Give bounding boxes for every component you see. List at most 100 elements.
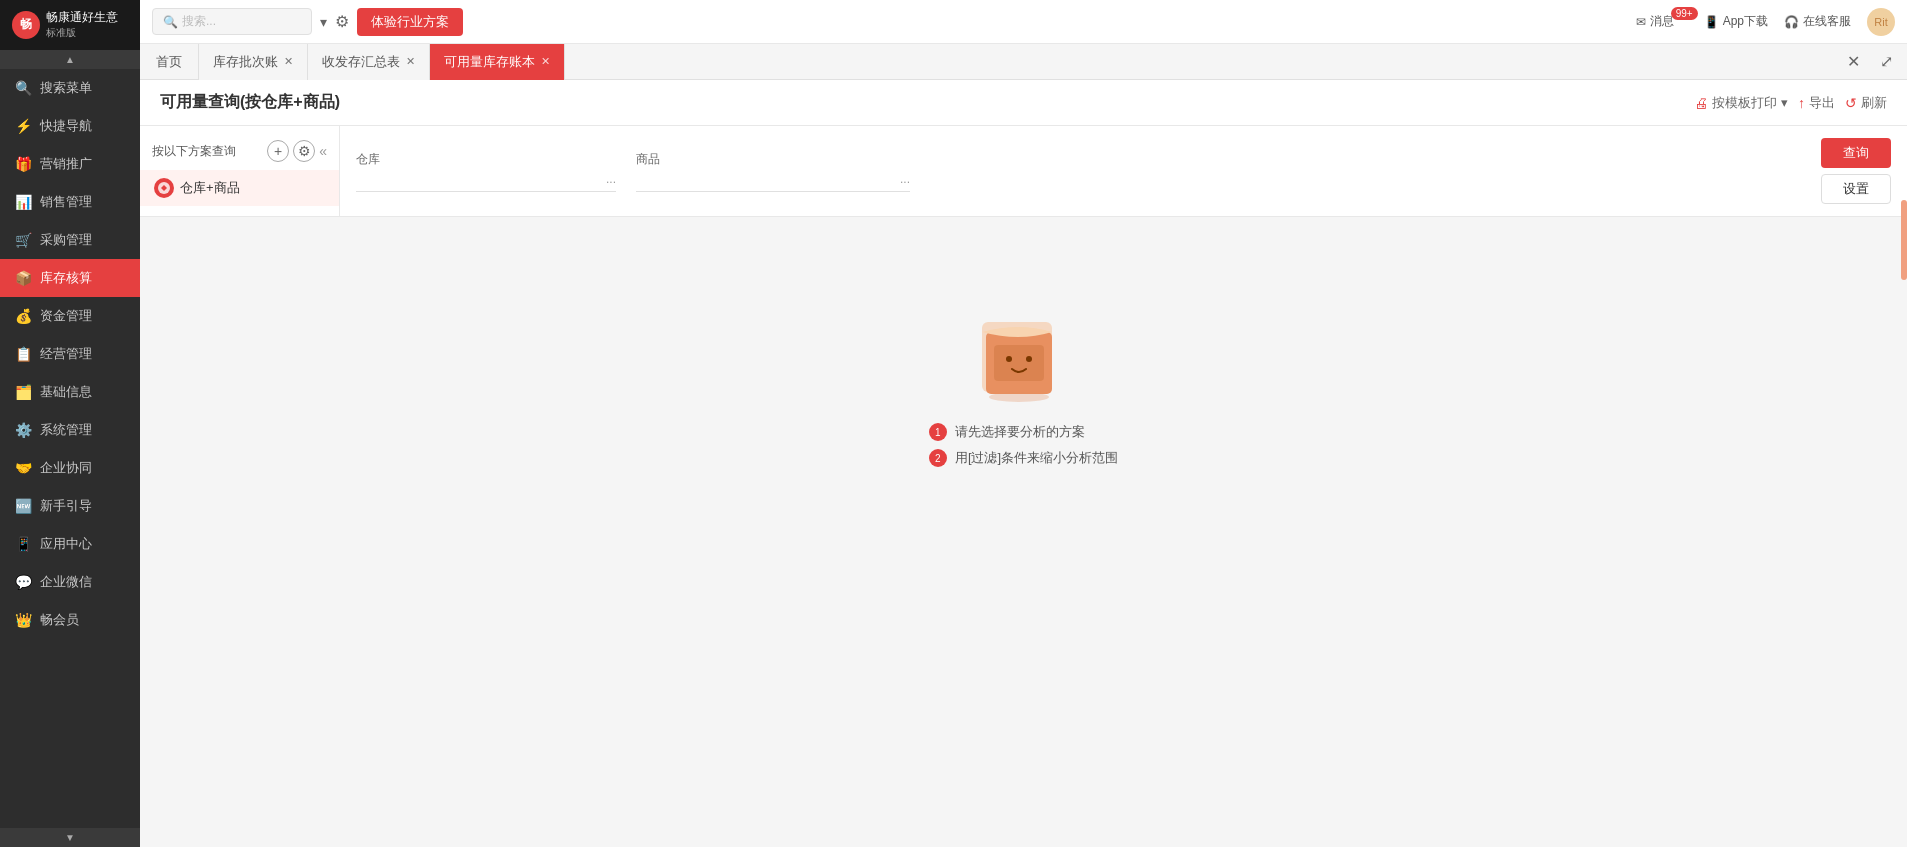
empty-illustration (964, 297, 1084, 407)
topbar-user[interactable]: Rit (1867, 8, 1895, 36)
scheme-settings-button[interactable]: ⚙ (293, 140, 315, 162)
scheme-name-label: 仓库+商品 (180, 179, 240, 197)
industry-btn[interactable]: 体验行业方案 (357, 8, 463, 36)
topbar-app-download[interactable]: 📱 App下载 (1704, 13, 1768, 30)
scheme-header-label: 按以下方案查询 (152, 143, 236, 160)
sidebar-item-label: 系统管理 (40, 421, 92, 439)
tab-inventory-batch[interactable]: 库存批次账 ✕ (199, 44, 308, 80)
inventory-nav-icon: 📦 (14, 269, 32, 287)
sidebar-item-sales[interactable]: 📊 销售管理 (0, 183, 140, 221)
sidebar-item-label: 销售管理 (40, 193, 92, 211)
sidebar-item-label: 基础信息 (40, 383, 92, 401)
topbar-message[interactable]: ✉ 消息 99+ (1636, 13, 1688, 30)
sidebar-item-label: 应用中心 (40, 535, 92, 553)
topbar-dropdown-button[interactable]: ▾ (320, 14, 327, 30)
topbar-right: ✉ 消息 99+ 📱 App下载 🎧 在线客服 Rit (1636, 8, 1895, 36)
app-subtitle: 标准版 (46, 26, 118, 40)
marketing-nav-icon: 🎁 (14, 155, 32, 173)
query-fields: 仓库 ... 商品 ... 查询 (356, 138, 1891, 204)
sidebar-item-label: 经营管理 (40, 345, 92, 363)
page-content: 可用量查询(按仓库+商品) 🖨 按模板打印 ▾ ↑ 导出 ↺ 刷新 (140, 80, 1907, 847)
sidebar-item-shortcut[interactable]: ⚡ 快捷导航 (0, 107, 140, 145)
tabbar-close-button[interactable]: ✕ (1841, 50, 1866, 73)
sidebar-item-apps[interactable]: 📱 应用中心 (0, 525, 140, 563)
sidebar-item-finance[interactable]: 💰 资金管理 (0, 297, 140, 335)
goods-label: 商品 (636, 151, 910, 168)
sidebar-item-inventory[interactable]: 📦 库存核算 (0, 259, 140, 297)
goods-input-wrapper: ... (636, 172, 910, 192)
goods-more-button[interactable]: ... (900, 172, 910, 186)
shortcut-nav-icon: ⚡ (14, 117, 32, 135)
tab-receive-summary[interactable]: 收发存汇总表 ✕ (308, 44, 430, 80)
svg-point-4 (1006, 356, 1012, 362)
sidebar-item-corp[interactable]: 🤝 企业协同 (0, 449, 140, 487)
query-right-panel: 仓库 ... 商品 ... 查询 (340, 126, 1907, 216)
sidebar-item-guide[interactable]: 🆕 新手引导 (0, 487, 140, 525)
sidebar-item-search[interactable]: 🔍 搜索菜单 (0, 69, 140, 107)
tab-available-inventory[interactable]: 可用量库存账本 ✕ (430, 44, 565, 80)
svg-point-5 (1026, 356, 1032, 362)
collapse-panel-button[interactable]: « (319, 143, 327, 159)
service-label: 在线客服 (1803, 13, 1851, 30)
empty-hints: 1 请先选择要分析的方案 2 用[过滤]条件来缩小分析范围 (929, 423, 1118, 467)
sidebar-item-label: 企业协同 (40, 459, 92, 477)
sidebar-scroll-down[interactable]: ▼ (0, 828, 140, 847)
export-button[interactable]: ↑ 导出 (1798, 94, 1835, 112)
service-icon: 🎧 (1784, 15, 1799, 29)
tabbar-right: ✕ ⤢ (1841, 50, 1907, 73)
warehouse-input[interactable] (356, 172, 602, 187)
print-icon: 🖨 (1694, 95, 1708, 111)
tab-close-receive-summary[interactable]: ✕ (406, 55, 415, 68)
tabbar-expand-button[interactable]: ⤢ (1874, 50, 1899, 73)
sidebar-item-label: 新手引导 (40, 497, 92, 515)
refresh-icon: ↺ (1845, 95, 1857, 111)
goods-field: 商品 ... (636, 151, 910, 192)
warehouse-input-wrapper: ... (356, 172, 616, 192)
sidebar-item-label: 搜索菜单 (40, 79, 92, 97)
print-template-button[interactable]: 🖨 按模板打印 ▾ (1694, 94, 1788, 112)
sidebar-item-label: 资金管理 (40, 307, 92, 325)
print-dropdown-icon: ▾ (1781, 95, 1788, 110)
user-avatar: Rit (1867, 8, 1895, 36)
topbar-service[interactable]: 🎧 在线客服 (1784, 13, 1851, 30)
tab-home[interactable]: 首页 (140, 44, 199, 80)
sidebar-item-purchase[interactable]: 🛒 采购管理 (0, 221, 140, 259)
add-scheme-button[interactable]: + (267, 140, 289, 162)
query-button[interactable]: 查询 (1821, 138, 1891, 168)
refresh-button[interactable]: ↺ 刷新 (1845, 94, 1887, 112)
page-scrollbar[interactable] (1901, 200, 1907, 280)
scheme-item[interactable]: 仓库+商品 (140, 170, 339, 206)
hint-num-1: 1 (929, 423, 947, 441)
topbar-gear-button[interactable]: ⚙ (335, 12, 349, 31)
hint-num-2: 2 (929, 449, 947, 467)
sidebar-item-system[interactable]: ⚙️ 系统管理 (0, 411, 140, 449)
sidebar-item-label: 畅会员 (40, 611, 79, 629)
main-wrapper: 🔍 搜索... ▾ ⚙ 体验行业方案 ✉ 消息 99+ 📱 App下载 🎧 在线… (140, 0, 1907, 847)
query-settings-button[interactable]: 设置 (1821, 174, 1891, 204)
query-section: 按以下方案查询 + ⚙ « 仓库+商品 (140, 126, 1907, 217)
sidebar-scroll-up[interactable]: ▲ (0, 50, 140, 69)
tab-close-available-inventory[interactable]: ✕ (541, 55, 550, 68)
warehouse-more-button[interactable]: ... (606, 172, 616, 186)
page-title: 可用量查询(按仓库+商品) (160, 92, 340, 113)
sidebar-item-wechat[interactable]: 💬 企业微信 (0, 563, 140, 601)
goods-input[interactable] (636, 172, 896, 187)
sidebar-item-member[interactable]: 👑 畅会员 (0, 601, 140, 639)
sidebar-item-label: 库存核算 (40, 269, 92, 287)
sidebar-nav: 🔍 搜索菜单 ⚡ 快捷导航 🎁 营销推广 📊 销售管理 🛒 采购管理 📦 库存核… (0, 69, 140, 828)
svg-rect-3 (994, 345, 1044, 381)
warehouse-field: 仓库 ... (356, 151, 616, 192)
hint-row-1: 1 请先选择要分析的方案 (929, 423, 1118, 441)
tab-close-inventory-batch[interactable]: ✕ (284, 55, 293, 68)
page-actions: 🖨 按模板打印 ▾ ↑ 导出 ↺ 刷新 (1694, 94, 1887, 112)
scheme-icon (154, 178, 174, 198)
search-nav-icon: 🔍 (14, 79, 32, 97)
sidebar: 畅 畅康通好生意 标准版 ▲ 🔍 搜索菜单 ⚡ 快捷导航 🎁 营销推广 📊 销售… (0, 0, 140, 847)
finance-nav-icon: 💰 (14, 307, 32, 325)
sidebar-item-marketing[interactable]: 🎁 营销推广 (0, 145, 140, 183)
export-icon: ↑ (1798, 95, 1805, 111)
page-header: 可用量查询(按仓库+商品) 🖨 按模板打印 ▾ ↑ 导出 ↺ 刷新 (140, 80, 1907, 126)
sidebar-item-basic[interactable]: 🗂️ 基础信息 (0, 373, 140, 411)
sidebar-item-operations[interactable]: 📋 经营管理 (0, 335, 140, 373)
hint-row-2: 2 用[过滤]条件来缩小分析范围 (929, 449, 1118, 467)
